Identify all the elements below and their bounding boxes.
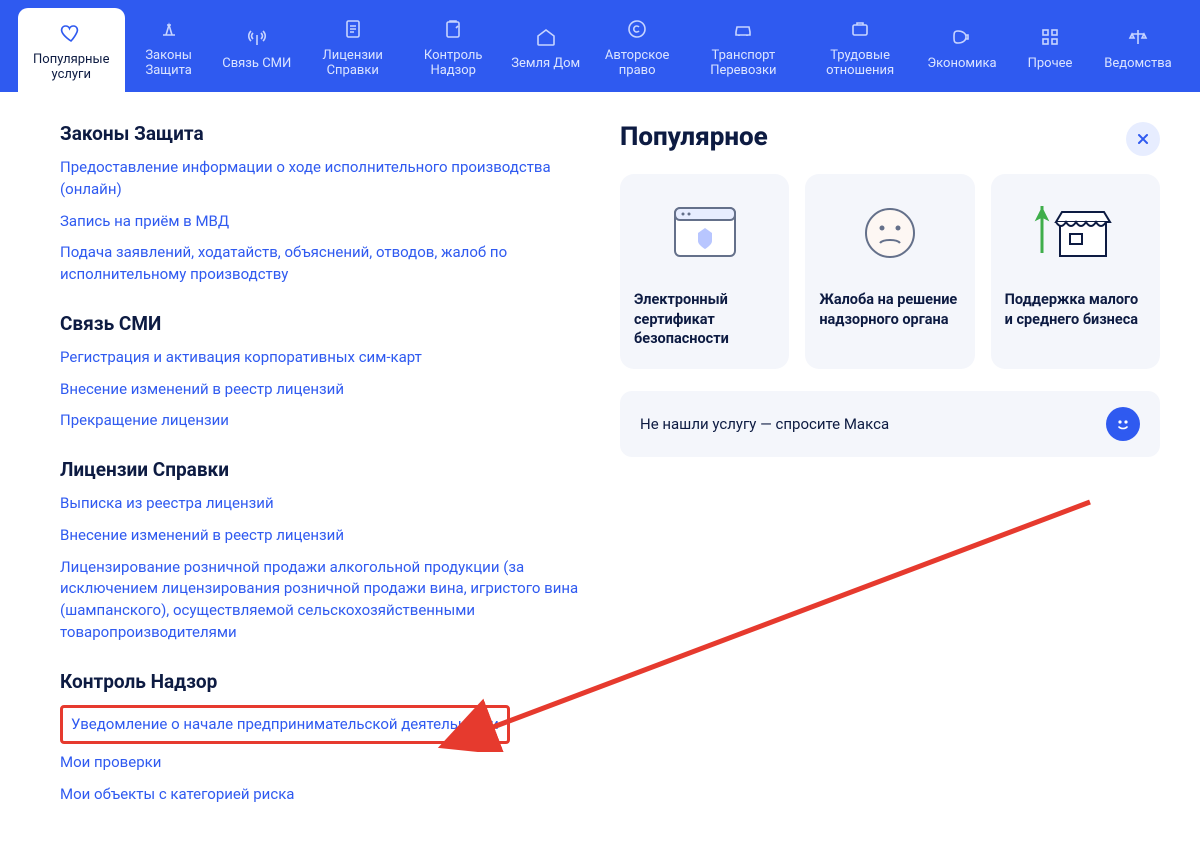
content-area: Законы Защита Предоставление информации … <box>0 92 1200 862</box>
card-title: Поддержка малого и среднего бизнеса <box>1005 290 1146 329</box>
nav-tab-label: Трудовые отношения <box>808 48 912 78</box>
antenna-icon <box>244 24 270 50</box>
nav-tab-land[interactable]: Земля Дом <box>502 0 590 92</box>
service-link[interactable]: Внесение изменений в реестр лицензий <box>60 379 580 401</box>
popular-card-complaint[interactable]: Жалоба на решение надзорного органа <box>805 174 974 369</box>
section-licenses: Лицензии Справки Выписка из реестра лице… <box>60 458 580 644</box>
nav-tab-comm[interactable]: Связь СМИ <box>213 0 301 92</box>
nav-tab-agencies[interactable]: Ведомства <box>1094 0 1182 92</box>
nav-tab-licenses[interactable]: Лицензии Справки <box>301 0 405 92</box>
clipboard-icon <box>440 16 466 42</box>
shop-illustration <box>1005 190 1146 276</box>
nav-tab-label: Ведомства <box>1104 56 1171 71</box>
ask-max-text: Не нашли услугу — спросите Макса <box>640 415 889 433</box>
gavel-icon <box>156 16 182 42</box>
service-link[interactable]: Мои объекты с категорией риска <box>60 784 580 806</box>
service-list: Законы Защита Предоставление информации … <box>60 122 580 832</box>
service-link[interactable]: Внесение изменений в реестр лицензий <box>60 525 580 547</box>
service-link[interactable]: Выписка из реестра лицензий <box>60 493 580 515</box>
service-link[interactable]: Прекращение лицензии <box>60 410 580 432</box>
nav-tab-label: Авторское право <box>596 48 679 78</box>
grid-icon <box>1037 24 1063 50</box>
nav-tab-control[interactable]: Контроль Надзор <box>405 0 502 92</box>
popular-card-support[interactable]: Поддержка малого и среднего бизнеса <box>991 174 1160 369</box>
service-link[interactable]: Мои проверки <box>60 752 580 774</box>
nav-tab-transport[interactable]: Транспорт Перевозки <box>685 0 803 92</box>
nav-tab-label: Связь СМИ <box>222 56 291 71</box>
bot-avatar-icon <box>1106 407 1140 441</box>
nav-tab-labor[interactable]: Трудовые отношения <box>802 0 918 92</box>
section-title: Связь СМИ <box>60 312 580 335</box>
home-icon <box>533 24 559 50</box>
nav-tab-popular[interactable]: Популярные услуги <box>18 8 125 92</box>
section-title: Лицензии Справки <box>60 458 580 481</box>
nav-tab-label: Законы Защита <box>131 48 207 78</box>
cert-illustration <box>634 190 775 276</box>
copyright-icon <box>624 16 650 42</box>
nav-tab-other[interactable]: Прочее <box>1006 0 1094 92</box>
nav-tab-economy[interactable]: Экономика <box>918 0 1006 92</box>
heart-icon <box>58 20 84 46</box>
service-link[interactable]: Лицензирование розничной продажи алкогол… <box>60 557 580 644</box>
wallet-icon <box>949 24 975 50</box>
service-link[interactable]: Регистрация и активация корпоративных си… <box>60 347 580 369</box>
top-nav: Популярные услуги Законы Защита Связь СМ… <box>0 0 1200 92</box>
sad-face-illustration <box>819 190 960 276</box>
popular-heading: Популярное <box>620 122 1160 152</box>
nav-tab-label: Земля Дом <box>511 56 580 71</box>
section-title: Законы Защита <box>60 122 580 145</box>
car-icon <box>730 16 756 42</box>
nav-tab-label: Экономика <box>927 56 996 71</box>
nav-tab-label: Контроль Надзор <box>411 48 496 78</box>
service-link[interactable]: Запись на приём в МВД <box>60 211 580 233</box>
close-icon <box>1135 131 1151 147</box>
nav-tab-label: Популярные услуги <box>24 52 119 82</box>
nav-tab-label: Транспорт Перевозки <box>691 48 797 78</box>
highlighted-link-box: Уведомление о начале предпринимательской… <box>60 705 510 745</box>
nav-tab-laws[interactable]: Законы Защита <box>125 0 213 92</box>
popular-panel: Популярное Электронный сертификат безопа… <box>620 122 1160 832</box>
briefcase-icon <box>847 16 873 42</box>
section-title: Контроль Надзор <box>60 670 580 693</box>
popular-card-cert[interactable]: Электронный сертификат безопасности <box>620 174 789 369</box>
section-control: Контроль Надзор Уведомление о начале пре… <box>60 670 580 806</box>
close-button[interactable] <box>1126 122 1160 156</box>
scales-icon <box>1125 24 1151 50</box>
card-title: Жалоба на решение надзорного органа <box>819 290 960 329</box>
section-laws: Законы Защита Предоставление информации … <box>60 122 580 286</box>
ask-max-button[interactable]: Не нашли услугу — спросите Макса <box>620 391 1160 457</box>
nav-tab-label: Лицензии Справки <box>307 48 399 78</box>
nav-tab-copyright[interactable]: Авторское право <box>590 0 685 92</box>
service-link[interactable]: Предоставление информации о ходе исполни… <box>60 157 580 201</box>
service-link-highlighted[interactable]: Уведомление о начале предпринимательской… <box>71 714 499 736</box>
nav-tab-label: Прочее <box>1028 56 1073 71</box>
document-icon <box>340 16 366 42</box>
service-link[interactable]: Подача заявлений, ходатайств, объяснений… <box>60 242 580 286</box>
section-comm: Связь СМИ Регистрация и активация корпор… <box>60 312 580 432</box>
card-title: Электронный сертификат безопасности <box>634 290 775 349</box>
popular-cards: Электронный сертификат безопасности Жало… <box>620 174 1160 369</box>
